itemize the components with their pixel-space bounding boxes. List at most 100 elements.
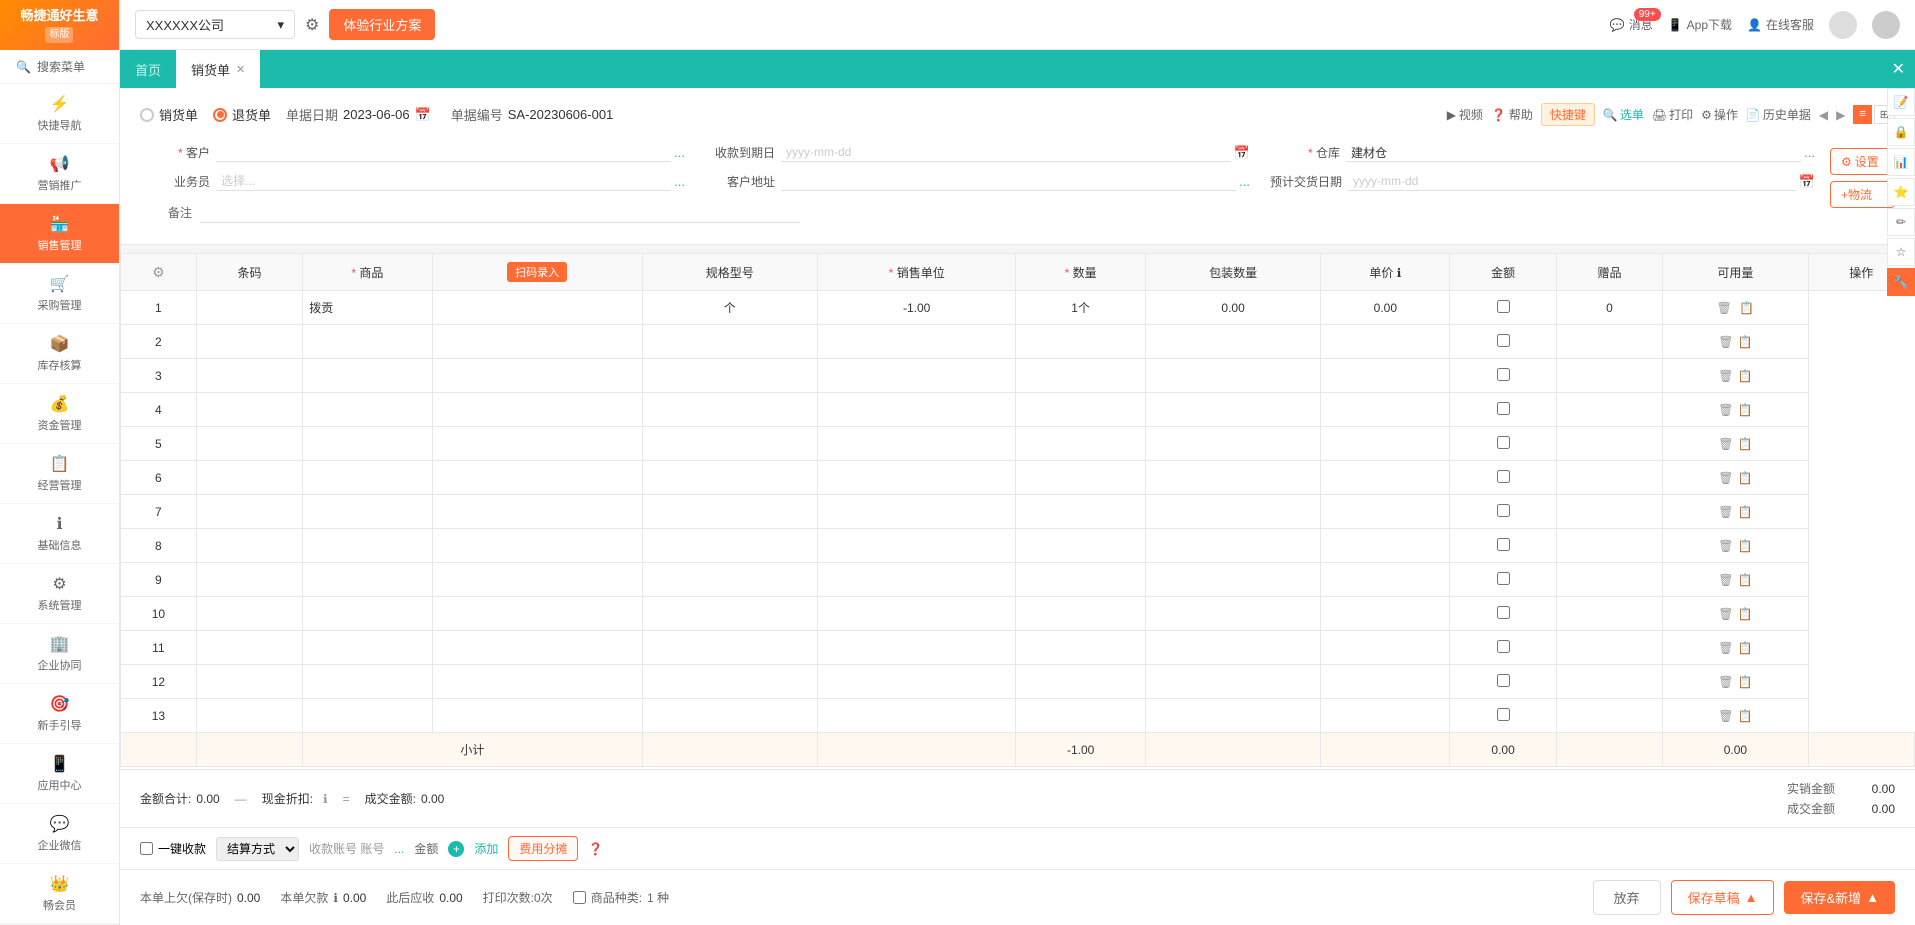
logistics-button[interactable]: +物流 [1830, 181, 1895, 208]
sidebar-item-quick-nav[interactable]: ⚡ 快捷导航 [0, 84, 119, 144]
online-support-btn[interactable]: 👤 在线客服 [1747, 16, 1814, 33]
copy-icon[interactable]: 📋 [1738, 607, 1753, 621]
salesperson-input[interactable] [216, 172, 671, 191]
tab-home[interactable]: 首页 [120, 50, 176, 88]
sidebar-item-enterprise[interactable]: 🏢 企业协同 [0, 624, 119, 684]
one-click-checkbox[interactable] [140, 842, 153, 855]
payment-due-input[interactable] [781, 143, 1231, 162]
customer-address-input[interactable] [781, 172, 1236, 191]
message-btn[interactable]: 💬 消息 99+ [1610, 16, 1653, 33]
copy-icon[interactable]: 📋 [1738, 505, 1753, 519]
copy-icon[interactable]: 📋 [1738, 675, 1753, 689]
add-payment-btn[interactable]: + [448, 841, 464, 857]
row-operation[interactable]: 🗑 📋 [1663, 291, 1808, 325]
radio-sales-order[interactable]: 销货单 [140, 105, 198, 124]
sidebar-item-ops[interactable]: 📋 经营管理 [0, 444, 119, 504]
sidebar-item-app-center[interactable]: 📱 应用中心 [0, 744, 119, 804]
float-btn-1[interactable]: 📝 [1887, 88, 1915, 116]
user-avatar2[interactable] [1872, 11, 1900, 39]
calendar-icon[interactable]: 📅 [415, 107, 431, 123]
copy-icon[interactable]: 📋 [1739, 301, 1754, 315]
sidebar-item-corp-wechat[interactable]: 💬 企业微信 [0, 804, 119, 864]
gift-checkbox[interactable] [1497, 674, 1510, 687]
row-qty[interactable]: -1.00 [817, 291, 1015, 325]
copy-icon[interactable]: 📋 [1738, 539, 1753, 553]
customer-address-dots[interactable]: ... [1239, 174, 1250, 189]
sidebar-item-sys-mgmt[interactable]: ⚙ 系统管理 [0, 564, 119, 624]
goods-type-checkbox[interactable] [573, 891, 586, 904]
delete-icon[interactable]: 🗑 [1718, 369, 1733, 383]
row-spec[interactable] [432, 291, 642, 325]
float-btn-3[interactable]: 📊 [1887, 148, 1915, 176]
copy-icon[interactable]: 📋 [1738, 471, 1753, 485]
prev-page-btn[interactable]: ◀ [1819, 108, 1828, 122]
row-gift[interactable] [1450, 291, 1556, 325]
print-btn[interactable]: 🖨 打印 [1652, 106, 1693, 123]
salesperson-dots[interactable]: ... [674, 174, 685, 189]
save-draft-button[interactable]: 保存草稿 ▲ [1671, 880, 1775, 915]
copy-icon[interactable]: 📋 [1738, 335, 1753, 349]
delete-icon[interactable]: 🗑 [1718, 573, 1733, 587]
sidebar-item-inventory[interactable]: 📦 库存核算 [0, 324, 119, 384]
tab-bar-close-btn[interactable]: ✕ [1892, 59, 1905, 79]
float-btn-5[interactable]: ✏ [1887, 208, 1915, 236]
app-download-btn[interactable]: 📱 App下载 [1668, 16, 1732, 33]
customer-input[interactable] [216, 143, 671, 162]
history-btn[interactable]: 📄 历史单据 [1746, 106, 1811, 123]
gift-checkbox[interactable] [1497, 538, 1510, 551]
warehouse-dots[interactable]: ... [1804, 145, 1815, 160]
op-btn[interactable]: ⚙ 操作 [1701, 106, 1738, 123]
delete-icon[interactable]: 🗑 [1718, 505, 1733, 519]
delete-icon[interactable]: 🗑 [1718, 607, 1733, 621]
gift-checkbox[interactable] [1497, 470, 1510, 483]
delete-icon[interactable]: 🗑 [1718, 335, 1733, 349]
float-btn-6[interactable]: ☆ [1887, 238, 1915, 266]
row-pkg-qty[interactable]: 1个 [1016, 291, 1145, 325]
row-price[interactable]: 0.00 [1145, 291, 1320, 325]
help-btn[interactable]: ❓ 帮助 [1491, 106, 1533, 123]
copy-icon[interactable]: 📋 [1738, 403, 1753, 417]
gift-checkbox[interactable] [1497, 572, 1510, 585]
delete-icon[interactable]: 🗑 [1718, 539, 1733, 553]
trial-button[interactable]: 体验行业方案 [329, 9, 435, 40]
gift-checkbox[interactable] [1497, 606, 1510, 619]
discard-button[interactable]: 放弃 [1593, 880, 1661, 915]
sidebar-item-finance[interactable]: 💰 资金管理 [0, 384, 119, 444]
payment-method-select[interactable]: 结算方式 [216, 837, 299, 861]
col-gear-header[interactable]: ⚙ [121, 254, 197, 291]
copy-icon[interactable]: 📋 [1738, 369, 1753, 383]
expected-date-input[interactable] [1348, 172, 1796, 191]
filter-btn[interactable]: 🔍 选单 [1603, 106, 1644, 123]
payment-due-calendar[interactable]: 📅 [1234, 145, 1250, 161]
sidebar-search[interactable]: 🔍 搜索菜单 [0, 50, 119, 84]
float-btn-2[interactable]: 🔒 [1887, 118, 1915, 146]
save-new-button[interactable]: 保存&新增 ▲ [1784, 881, 1895, 914]
sidebar-item-newbie[interactable]: 🎯 新手引导 [0, 684, 119, 744]
tab-sales-order[interactable]: 销货单 ✕ [176, 50, 260, 88]
company-selector[interactable]: XXXXXX公司 ▾ [135, 10, 295, 39]
gift-checkbox[interactable] [1497, 300, 1510, 313]
gift-checkbox[interactable] [1497, 334, 1510, 347]
sidebar-item-member[interactable]: 👑 畅会员 [0, 864, 119, 924]
sidebar-item-base-info[interactable]: ℹ 基础信息 [0, 504, 119, 564]
radio-return-order[interactable]: 退货单 [213, 105, 271, 124]
tab-close-icon[interactable]: ✕ [236, 63, 245, 76]
notes-input[interactable] [200, 202, 800, 223]
float-btn-4[interactable]: ⭐ [1887, 178, 1915, 206]
scan-btn[interactable]: 扫码录入 [507, 262, 567, 282]
copy-icon[interactable]: 📋 [1738, 573, 1753, 587]
payment-dots[interactable]: ... [394, 842, 404, 856]
copy-icon[interactable]: 📋 [1738, 709, 1753, 723]
user-avatar[interactable] [1829, 11, 1857, 39]
gift-checkbox[interactable] [1497, 368, 1510, 381]
warehouse-input[interactable] [1346, 143, 1801, 162]
expense-tab-btn[interactable]: 费用分摊 [508, 836, 578, 861]
view-list-btn[interactable]: ≡ [1853, 105, 1871, 124]
shortcut-btn[interactable]: 快捷键 [1541, 103, 1595, 126]
delete-icon[interactable]: 🗑 [1718, 437, 1733, 451]
delete-icon[interactable]: 🗑 [1718, 675, 1733, 689]
delete-icon[interactable]: 🗑 [1718, 403, 1733, 417]
setup-button[interactable]: ⚙ 设置 [1830, 148, 1895, 175]
settings-button[interactable]: ⚙ [305, 15, 319, 35]
customer-dots[interactable]: ... [674, 145, 685, 160]
